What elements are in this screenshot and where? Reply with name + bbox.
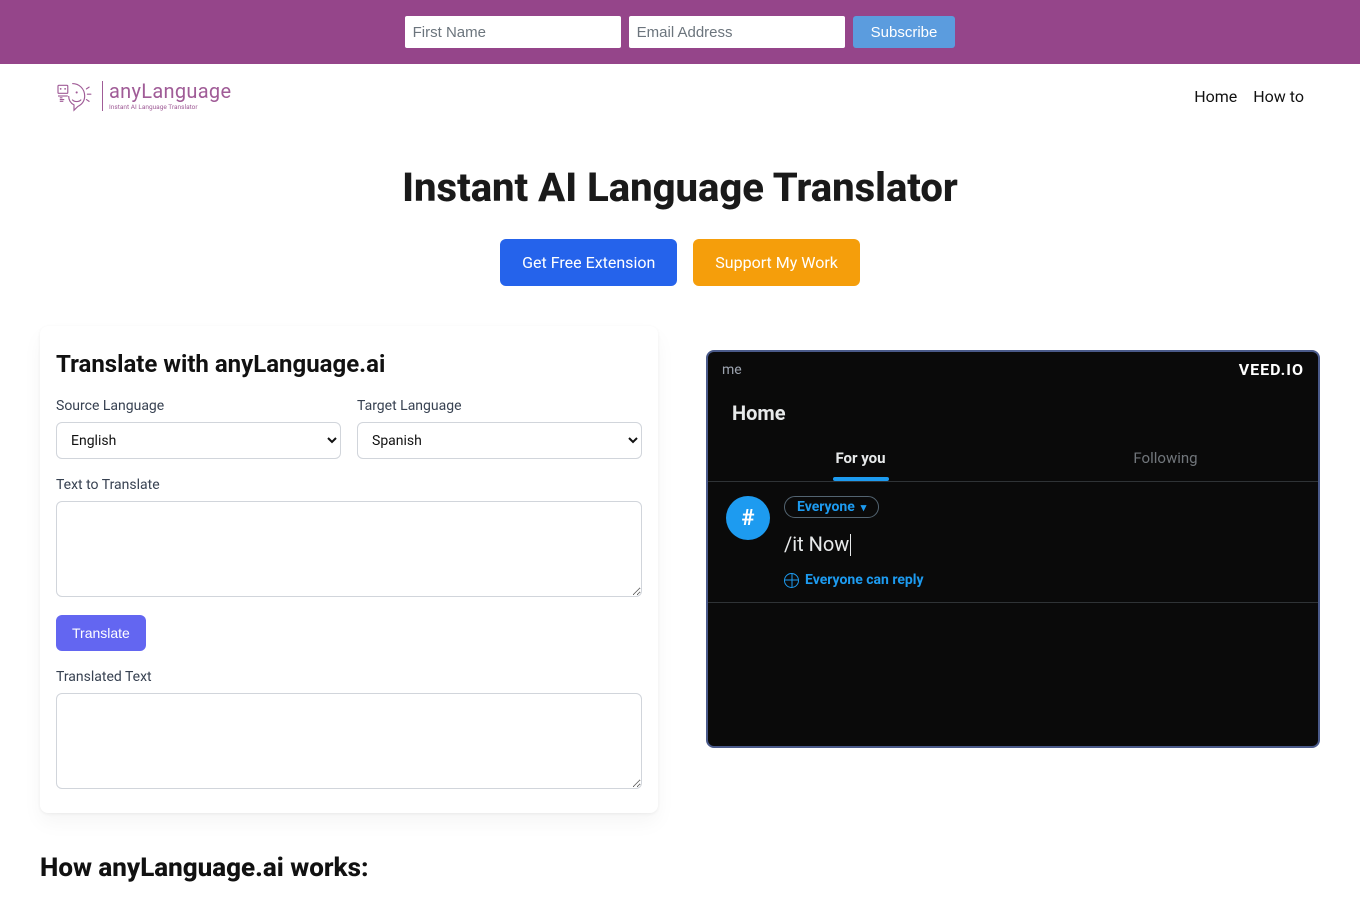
audience-label: Everyone: [797, 499, 855, 515]
email-input[interactable]: [629, 16, 845, 48]
subscribe-button[interactable]: Subscribe: [853, 16, 956, 48]
nav-links: Home How to: [1194, 87, 1304, 106]
nav-home[interactable]: Home: [1194, 87, 1237, 106]
demo-tab-foryou: For you: [708, 433, 1013, 481]
hero-buttons: Get Free Extension Support My Work: [0, 239, 1360, 286]
hero: Instant AI Language Translator Get Free …: [0, 128, 1360, 326]
target-language-select[interactable]: Spanish: [357, 422, 642, 459]
how-section: How anyLanguage.ai works:: [0, 853, 1360, 923]
text-to-translate-input[interactable]: [56, 501, 642, 597]
logo[interactable]: anyLanguage Instant AI Language Translat…: [56, 80, 231, 112]
page-title: Instant AI Language Translator: [0, 164, 1360, 211]
demo-tabs: For you Following: [708, 433, 1318, 482]
logo-icon: [56, 80, 92, 112]
translated-text-label: Translated Text: [56, 669, 642, 685]
translate-button[interactable]: Translate: [56, 615, 146, 651]
demo-compose: # Everyone ▾ /it Now Everyone can reply: [708, 482, 1318, 603]
main-content: Translate with anyLanguage.ai Source Lan…: [0, 326, 1360, 853]
translate-card: Translate with anyLanguage.ai Source Lan…: [40, 326, 658, 813]
chevron-down-icon: ▾: [861, 501, 867, 514]
source-language-select[interactable]: English: [56, 422, 341, 459]
text-cursor: [850, 534, 851, 556]
how-title: How anyLanguage.ai works:: [40, 853, 1320, 883]
demo-home-heading: Home: [708, 387, 1318, 433]
compose-text: /it Now: [784, 532, 1300, 556]
audience-pill: Everyone ▾: [784, 496, 879, 518]
translated-text-output[interactable]: [56, 693, 642, 789]
veed-logo: VEED.IO: [1239, 360, 1304, 379]
get-extension-button[interactable]: Get Free Extension: [500, 239, 677, 286]
subscribe-bar: Subscribe: [0, 0, 1360, 64]
demo-video: me VEED.IO Home For you Following # Ever…: [706, 350, 1320, 748]
support-button[interactable]: Support My Work: [693, 239, 860, 286]
navbar: anyLanguage Instant AI Language Translat…: [0, 64, 1360, 128]
reply-text: Everyone can reply: [805, 572, 924, 588]
avatar: #: [726, 496, 770, 540]
nav-howto[interactable]: How to: [1253, 87, 1304, 106]
target-language-label: Target Language: [357, 398, 642, 414]
first-name-input[interactable]: [405, 16, 621, 48]
demo-top-left: me: [722, 362, 742, 378]
source-language-label: Source Language: [56, 398, 341, 414]
demo-tab-following: Following: [1013, 433, 1318, 481]
text-to-translate-label: Text to Translate: [56, 477, 642, 493]
reply-line: Everyone can reply: [784, 572, 1300, 588]
logo-brand-text: anyLanguage: [109, 81, 231, 101]
demo-panel: me VEED.IO Home For you Following # Ever…: [706, 350, 1320, 748]
globe-icon: [784, 573, 799, 588]
logo-sub-text: Instant AI Language Translator: [109, 104, 231, 111]
translate-card-title: Translate with anyLanguage.ai: [56, 350, 642, 378]
logo-text: anyLanguage Instant AI Language Translat…: [102, 81, 231, 111]
